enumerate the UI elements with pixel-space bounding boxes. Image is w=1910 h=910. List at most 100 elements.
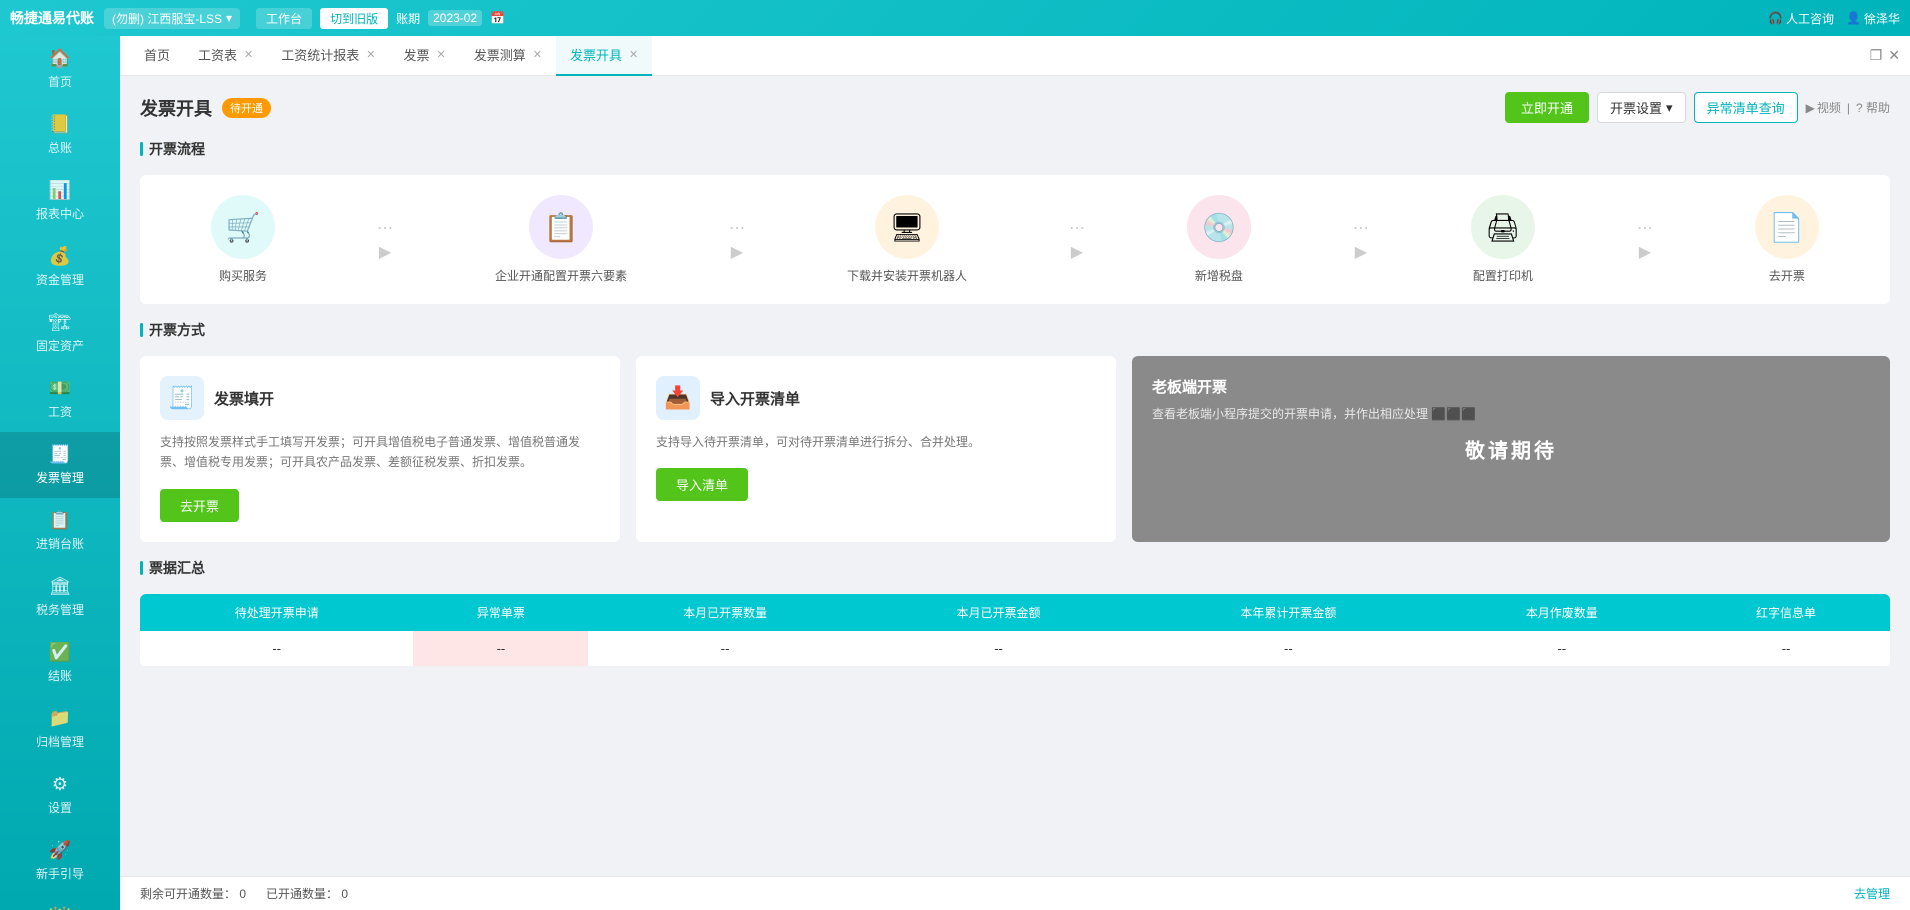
- tab-payroll-table[interactable]: 工资表 ✕: [184, 36, 267, 76]
- manual-fill-title: 发票填开: [214, 388, 274, 409]
- boss-desc: 查看老板端小程序提交的开票申请，并作出相应处理 ⬛⬛⬛: [1152, 405, 1870, 422]
- col-month-amount: 本月已开票金额: [862, 594, 1135, 631]
- method-header-manual: 🧾 发票填开: [160, 376, 600, 420]
- go-open-invoice-button[interactable]: 去开票: [160, 489, 239, 522]
- sidebar-label-funds: 资金管理: [36, 271, 84, 288]
- sidebar-item-settings[interactable]: ⚙ 设置: [0, 762, 120, 828]
- tab-invoice[interactable]: 发票 ✕: [389, 36, 459, 76]
- payroll-icon: 💵: [49, 378, 71, 399]
- help-link[interactable]: ? 帮助: [1856, 99, 1890, 116]
- tab-bar: 首页 工资表 ✕ 工资统计报表 ✕ 发票 ✕ 发票测算 ✕ 发票开具 ✕: [120, 36, 1910, 76]
- manual-fill-desc: 支持按照发票样式手工填写开发票；可开具增值税电子普通发票、增值税普通发票、增值税…: [160, 432, 600, 473]
- col-pending: 待处理开票申请: [140, 594, 413, 631]
- sidebar-item-archive[interactable]: 📁 归档管理: [0, 696, 120, 762]
- opened-value: 0: [341, 887, 348, 901]
- coming-soon-label: 敬请期待: [1465, 434, 1557, 463]
- content-area: 首页 工资表 ✕ 工资统计报表 ✕ 发票 ✕ 发票测算 ✕ 发票开具 ✕: [120, 36, 1910, 910]
- company-name: (勿删) 江西服宝-LSS: [112, 10, 222, 27]
- sidebar-label-assets: 固定资产: [36, 337, 84, 354]
- tab-close-invoice-tool[interactable]: ✕: [629, 48, 638, 61]
- import-list-title: 导入开票清单: [710, 388, 800, 409]
- tab-invoice-calc[interactable]: 发票测算 ✕: [460, 36, 556, 76]
- remaining-label: 剩余可开通数量： 0: [140, 885, 246, 902]
- dropdown-arrow-icon: ▾: [1666, 100, 1673, 116]
- tax-icon: 🏛: [49, 576, 72, 597]
- vip-icon: 👑: [49, 906, 71, 910]
- home-icon: 🏠: [49, 48, 71, 69]
- tab-close-invoice[interactable]: ✕: [437, 48, 446, 61]
- user-btn[interactable]: 👤 徐泽华: [1846, 10, 1900, 27]
- sidebar-label-payroll: 工资: [48, 403, 72, 420]
- flow-arrow-3: ⋯ ▶: [1069, 218, 1085, 262]
- flow-step-buy-service[interactable]: 🛒 购买服务: [211, 195, 275, 284]
- flow-arrow-5: ⋯ ▶: [1637, 218, 1653, 262]
- abnormal-query-button[interactable]: 异常清单查询: [1694, 92, 1798, 123]
- sidebar-label-reports: 报表中心: [36, 205, 84, 222]
- sidebar-item-settlement[interactable]: ✅ 结账: [0, 630, 120, 696]
- settings-button[interactable]: 开票设置 ▾: [1597, 92, 1686, 123]
- sidebar-item-newbie[interactable]: 🚀 新手引导: [0, 828, 120, 894]
- tab-invoice-tool[interactable]: 发票开具 ✕: [556, 36, 652, 76]
- tab-close-payroll-report[interactable]: ✕: [366, 48, 375, 61]
- boss-title: 老板端开票: [1152, 376, 1870, 397]
- sidebar-label-purchase: 进销台账: [36, 535, 84, 552]
- import-list-icon: 📥: [656, 376, 700, 420]
- settings-icon: ⚙: [52, 774, 68, 795]
- add-taxdisk-icon: 💿: [1187, 195, 1251, 259]
- flow-step-open-invoice[interactable]: 📄 去开票: [1755, 195, 1819, 284]
- sidebar-label-invoice: 发票管理: [36, 469, 84, 486]
- tab-restore-icon[interactable]: ❐: [1870, 47, 1883, 64]
- sidebar-item-tax[interactable]: 🏛 税务管理: [0, 564, 120, 630]
- tab-payroll-report[interactable]: 工资统计报表 ✕: [267, 36, 389, 76]
- sidebar-item-payroll[interactable]: 💵 工资: [0, 366, 120, 432]
- calendar-icon[interactable]: 📅: [490, 11, 505, 25]
- sidebar-item-home[interactable]: 🏠 首页: [0, 36, 120, 102]
- flow-step-add-taxdisk[interactable]: 💿 新增税盘: [1187, 195, 1251, 284]
- status-badge: 待开通: [222, 98, 271, 118]
- opened-label: 已开通数量： 0: [266, 885, 348, 902]
- method-card-import: 📥 导入开票清单 支持导入待开票清单，可对待开票清单进行拆分、合并处理。 导入清…: [636, 356, 1116, 542]
- workspace-btn[interactable]: 工作台: [256, 8, 312, 29]
- archive-icon: 📁: [49, 708, 71, 729]
- col-void-count: 本月作废数量: [1442, 594, 1683, 631]
- video-link[interactable]: ▶ 视频: [1806, 99, 1841, 116]
- flow-arrow-2: ⋯ ▶: [729, 218, 745, 262]
- sidebar-item-ledger[interactable]: 📒 总账: [0, 102, 120, 168]
- sidebar-item-purchase[interactable]: 📋 进销台账: [0, 498, 120, 564]
- cell-abnormal: --: [413, 631, 588, 667]
- sidebar-item-funds[interactable]: 💰 资金管理: [0, 234, 120, 300]
- assets-icon: 🏗: [49, 312, 72, 333]
- open-now-button[interactable]: 立即开通: [1505, 92, 1589, 123]
- flow-step-download-robot[interactable]: 🖥 下载并安装开票机器人: [847, 195, 967, 284]
- method-card-manual: 🧾 发票填开 支持按照发票样式手工填写开发票；可开具增值税电子普通发票、增值税普…: [140, 356, 620, 542]
- manage-link[interactable]: 去管理: [1854, 885, 1890, 902]
- flow-step-config-enterprise[interactable]: 📋 企业开通配置开票六要素: [495, 195, 627, 284]
- sidebar-item-invoice[interactable]: 🧾 发票管理: [0, 432, 120, 498]
- sidebar-item-reports[interactable]: 📊 报表中心: [0, 168, 120, 234]
- tab-close-payroll-table[interactable]: ✕: [244, 48, 253, 61]
- sidebar-label-home: 首页: [48, 73, 72, 90]
- switch-old-btn[interactable]: 切到旧版: [320, 8, 388, 29]
- company-selector[interactable]: (勿删) 江西服宝-LSS ▾: [104, 8, 240, 29]
- view-help: ▶ 视频 | ? 帮助: [1806, 99, 1890, 116]
- sidebar-label-ledger: 总账: [48, 139, 72, 156]
- consultant-btn[interactable]: 🎧 人工咨询: [1768, 10, 1834, 27]
- flow-arrow-4: ⋯ ▶: [1353, 218, 1369, 262]
- buy-service-label: 购买服务: [219, 267, 267, 284]
- tab-close-invoice-calc[interactable]: ✕: [533, 48, 542, 61]
- import-list-button[interactable]: 导入清单: [656, 468, 748, 501]
- cell-red-info: --: [1682, 631, 1890, 667]
- tab-close-all-icon[interactable]: ✕: [1888, 47, 1900, 64]
- sidebar-item-assets[interactable]: 🏗 固定资产: [0, 300, 120, 366]
- cell-pending: --: [140, 631, 413, 667]
- method-header-import: 📥 导入开票清单: [656, 376, 1096, 420]
- flow-step-config-printer[interactable]: 🖨 配置打印机: [1471, 195, 1535, 284]
- sidebar-label-archive: 归档管理: [36, 733, 84, 750]
- sidebar-item-vip[interactable]: 👑 畅会员: [0, 894, 120, 910]
- funds-icon: 💰: [49, 246, 71, 267]
- company-dropdown-icon[interactable]: ▾: [226, 11, 232, 25]
- invoice-icon: 🧾: [49, 444, 71, 465]
- import-list-desc: 支持导入待开票清单，可对待开票清单进行拆分、合并处理。: [656, 432, 1096, 452]
- tab-home[interactable]: 首页: [130, 36, 184, 76]
- main-layout: 🏠 首页 📒 总账 📊 报表中心 💰 资金管理 🏗 固定资产 💵 工资 🧾 发票…: [0, 36, 1910, 910]
